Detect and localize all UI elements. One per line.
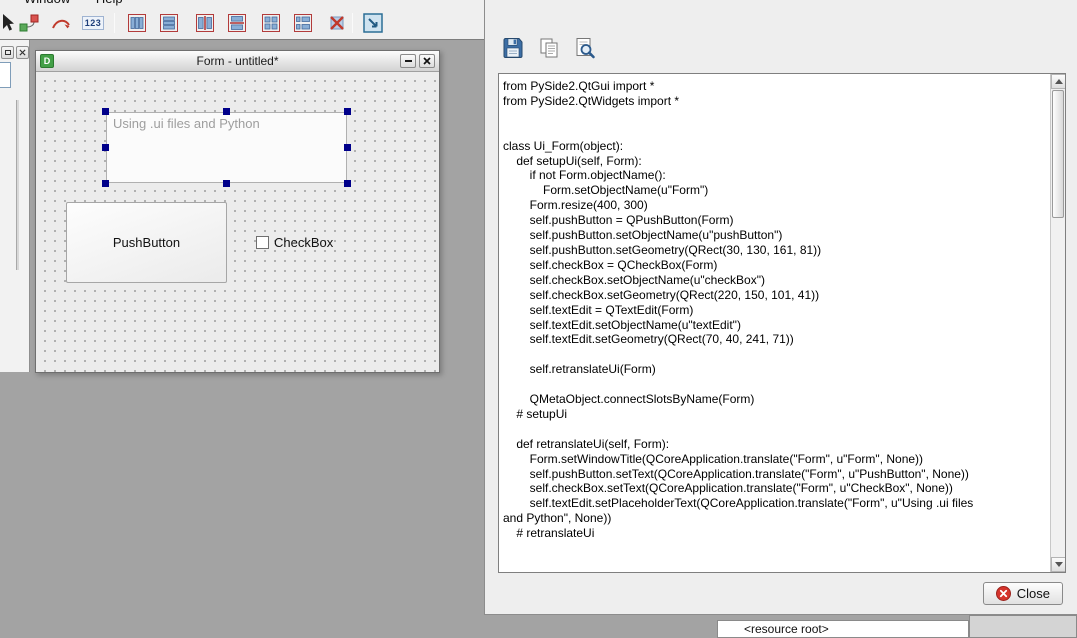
edit-buddies-icon[interactable] [48,10,74,36]
layout-horizontal-splitter-icon[interactable] [192,10,218,36]
find-icon[interactable] [571,34,599,62]
pushbutton-widget[interactable]: PushButton [66,202,227,283]
selection-handle[interactable] [223,108,230,115]
dock-close-icon[interactable] [16,46,29,59]
x-icon [19,49,26,56]
form-window-titlebar[interactable]: D Form - untitled* [36,51,439,72]
close-circle-icon [996,586,1011,601]
selection-handle[interactable] [102,180,109,187]
adjust-size-icon[interactable] [360,10,386,36]
widget-box-dock [0,40,30,372]
scroll-up-icon[interactable] [1051,74,1066,89]
form-minimize-button[interactable] [400,54,416,68]
selection-handle[interactable] [223,180,230,187]
break-layout-x-icon [326,12,348,34]
signals-slots-icon [18,12,40,34]
selection-handle[interactable] [344,144,351,151]
layout-vertical-splitter-icon[interactable] [224,10,250,36]
layout-vertical-icon[interactable] [156,10,182,36]
adjust-size-arrow-icon [362,12,384,34]
layout-form-icon[interactable] [290,10,316,36]
horizontal-layout-icon [126,12,148,34]
restore-glyph-icon [5,50,11,55]
code-dialog-toolbar [499,34,599,64]
resource-root-item[interactable]: <resource root> [718,621,968,636]
save-icon[interactable] [499,34,527,62]
designer-form-icon: D [40,54,54,68]
resource-panel-fragment [969,615,1077,638]
selection-handle[interactable] [102,108,109,115]
textedit-widget[interactable]: Using .ui files and Python [106,112,347,183]
vertical-splitter-icon [226,12,248,34]
selection-handle[interactable] [102,144,109,151]
close-x-icon [423,57,431,65]
toolbar-separator [114,13,115,33]
toolbar-separator [352,13,353,33]
edit-tab-order-icon[interactable]: 123 [80,10,106,36]
form-canvas[interactable]: Using .ui files and Python PushButton Ch… [36,72,439,372]
magnifier-document-icon [573,36,597,60]
layout-horizontal-icon[interactable] [124,10,150,36]
horizontal-splitter-icon [194,12,216,34]
copy-icon[interactable] [535,34,563,62]
dock-scrollbar[interactable] [16,100,19,270]
layout-grid-icon[interactable] [258,10,284,36]
form-editor-window: D Form - untitled* Using .ui files and P… [35,50,440,373]
checkbox-widget[interactable]: CheckBox [256,222,357,263]
designer-form-icon-letter: D [44,56,51,66]
resource-browser: <resource root> [717,620,969,638]
scrollbar-thumb[interactable] [1052,90,1064,218]
minimize-icon [405,60,412,62]
close-button-label: Close [1017,586,1050,601]
form-close-button[interactable] [419,54,435,68]
edit-signals-slots-icon[interactable] [16,10,42,36]
up-arrow-icon [1055,79,1063,84]
floppy-disk-icon [501,36,525,60]
tab-order-label: 123 [82,16,105,30]
grid-layout-icon [260,12,282,34]
down-arrow-icon [1055,562,1063,567]
form-layout-icon [292,12,314,34]
scroll-down-icon[interactable] [1051,557,1066,572]
textedit-placeholder: Using .ui files and Python [107,113,346,134]
view-code-dialog: from PySide2.QtGui import * from PySide2… [484,0,1077,615]
qt-designer-app: Window Help 123 [0,0,1077,638]
code-scrollbar[interactable] [1050,74,1065,572]
code-view[interactable]: from PySide2.QtGui import * from PySide2… [498,73,1066,573]
selection-handle[interactable] [344,108,351,115]
checkbox-label: CheckBox [274,235,333,250]
buddy-arrow-icon [50,12,72,34]
dock-float-icon[interactable] [1,46,14,59]
main-toolbar: 123 [0,6,484,40]
form-window-title: Form - untitled* [36,54,439,68]
dialog-close-button[interactable]: Close [983,582,1063,605]
widget-filter-input[interactable] [0,62,11,88]
vertical-layout-icon [158,12,180,34]
generated-code[interactable]: from PySide2.QtGui import * from PySide2… [499,74,1049,572]
checkbox-indicator[interactable] [256,236,269,249]
copy-pages-icon [537,36,561,60]
selection-handle[interactable] [344,180,351,187]
break-layout-icon[interactable] [324,10,350,36]
